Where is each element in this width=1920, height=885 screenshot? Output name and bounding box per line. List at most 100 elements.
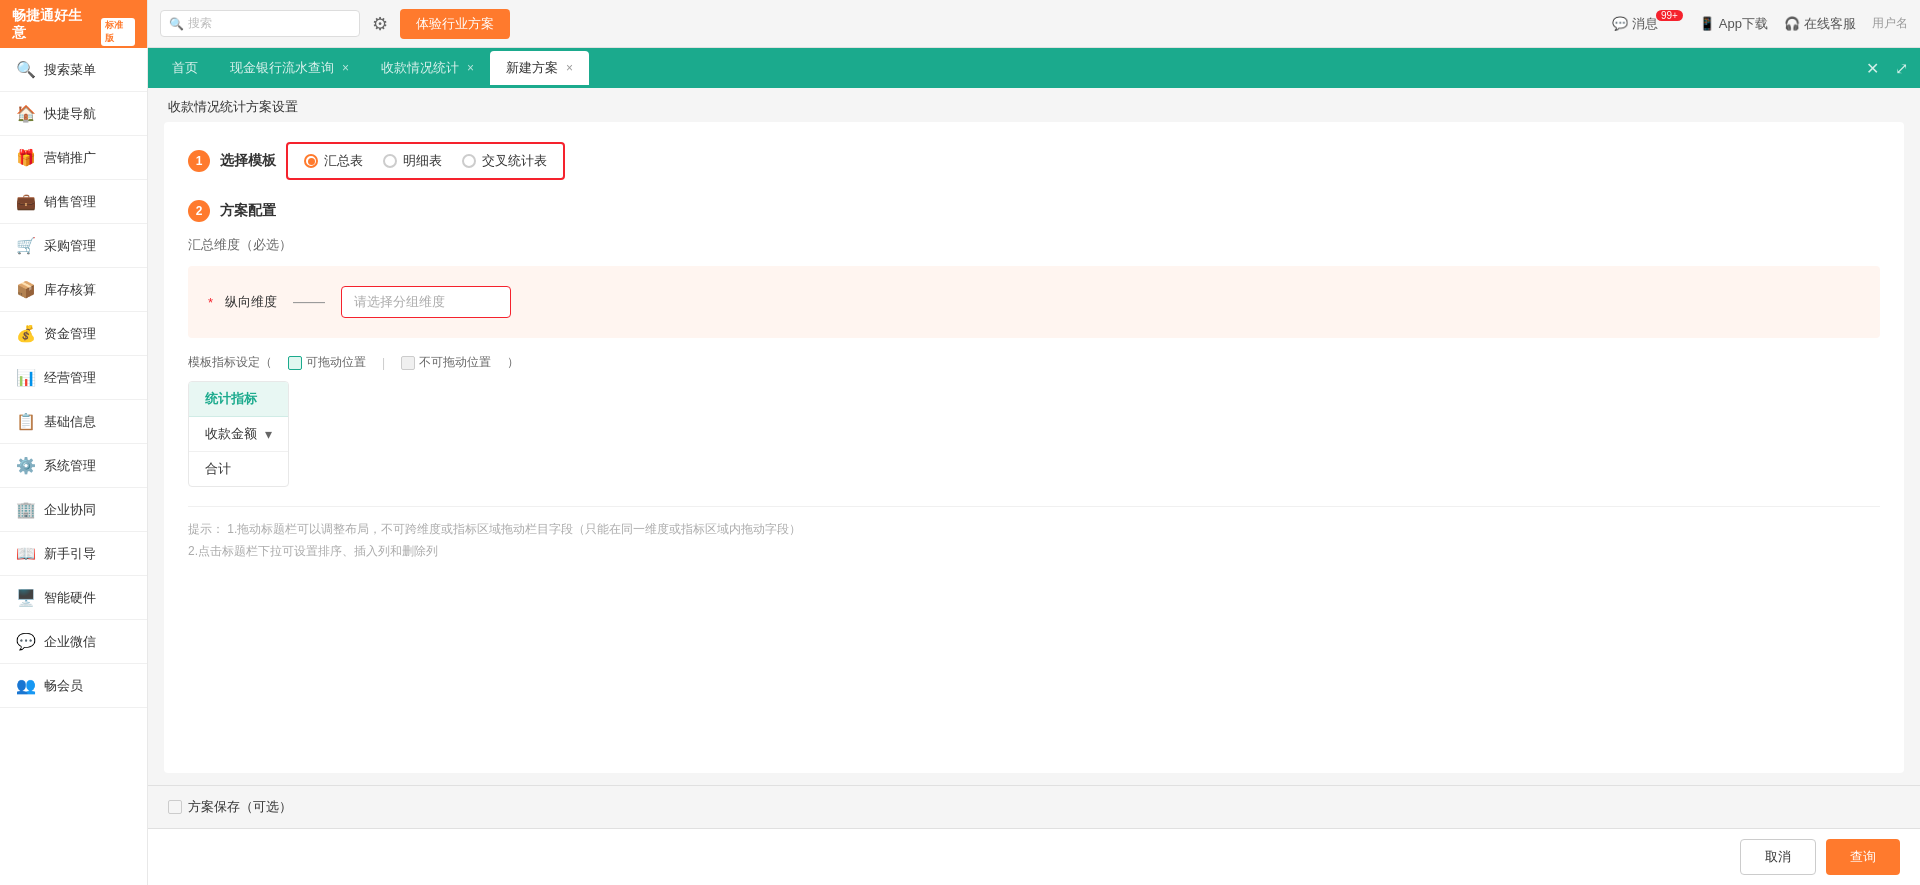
- metrics-legend: 模板指标设定（ 可拖动位置 | 不可拖动位置 ）: [188, 354, 1880, 371]
- sidebar-item-marketing[interactable]: 🎁 营销推广: [0, 136, 147, 180]
- sidebar-item-label: 快捷导航: [44, 105, 96, 123]
- draggable-indicator: [288, 356, 302, 370]
- topbar-right: 💬 消息 99+ 📱 App下载 🎧 在线客服 用户名: [1612, 15, 1908, 33]
- member-icon: 👥: [16, 676, 36, 695]
- download-label: App下载: [1719, 15, 1768, 33]
- main-area: 🔍 搜索 ⚙ 体验行业方案 💬 消息 99+ 📱 App下载 🎧 在线客服 用户…: [148, 0, 1920, 885]
- smart-hw-icon: 🖥️: [16, 588, 36, 607]
- radio-detail-circle: [383, 154, 397, 168]
- step1-badge: 1: [188, 150, 210, 172]
- metrics-row-amount[interactable]: 收款金额 ▾: [189, 417, 288, 451]
- sidebar-item-label: 企业协同: [44, 501, 96, 519]
- messages-btn[interactable]: 💬 消息 99+: [1612, 15, 1683, 33]
- sidebar-item-sales[interactable]: 💼 销售管理: [0, 180, 147, 224]
- sidebar-item-label: 新手引导: [44, 545, 96, 563]
- search-placeholder-text: 搜索: [188, 15, 212, 32]
- tab-collection-stats-close[interactable]: ×: [467, 61, 474, 75]
- operations-icon: 📊: [16, 368, 36, 387]
- support-label: 在线客服: [1804, 15, 1856, 33]
- metric-amount-label: 收款金额: [205, 425, 257, 443]
- tab-home-label: 首页: [172, 59, 198, 77]
- query-button[interactable]: 查询: [1826, 839, 1900, 875]
- dimension-box: * 纵向维度 —— 请选择分组维度: [188, 266, 1880, 338]
- search-menu-icon: 🔍: [16, 60, 36, 79]
- radio-cross[interactable]: 交叉统计表: [462, 152, 547, 170]
- radio-cross-label: 交叉统计表: [482, 152, 547, 170]
- tab-new-plan-label: 新建方案: [506, 59, 558, 77]
- settings-icon[interactable]: ⚙: [372, 13, 388, 35]
- tips-section: 提示： 1.拖动标题栏可以调整布局，不可跨维度或指标区域拖动栏目字段（只能在同一…: [188, 506, 1880, 574]
- sidebar-item-guide[interactable]: 📖 新手引导: [0, 532, 147, 576]
- tab-bank-flow-close[interactable]: ×: [342, 61, 349, 75]
- sidebar-item-member[interactable]: 👥 畅会员: [0, 664, 147, 708]
- dimension-select[interactable]: 请选择分组维度: [341, 286, 511, 318]
- metric-dropdown-icon[interactable]: ▾: [265, 426, 272, 442]
- save-checkbox[interactable]: [168, 800, 182, 814]
- enterprise-icon: 🏢: [16, 500, 36, 519]
- tip-line-2: 2.点击标题栏下拉可设置排序、插入列和删除列: [188, 541, 1880, 563]
- message-icon: 💬: [1612, 16, 1628, 31]
- step2-section: 2 方案配置 汇总维度（必选） * 纵向维度 —— 请选择分组维度: [188, 200, 1880, 574]
- save-label: 方案保存（可选）: [188, 798, 292, 816]
- dimension-placeholder: 请选择分组维度: [354, 294, 445, 309]
- sidebar-item-basic-info[interactable]: 📋 基础信息: [0, 400, 147, 444]
- download-icon: 📱: [1699, 16, 1715, 31]
- required-indicator: *: [208, 295, 213, 310]
- trial-button[interactable]: 体验行业方案: [400, 9, 510, 39]
- radio-detail[interactable]: 明细表: [383, 152, 442, 170]
- support-icon: 🎧: [1784, 16, 1800, 31]
- tab-home[interactable]: 首页: [156, 51, 214, 85]
- topbar-search[interactable]: 🔍 搜索: [160, 10, 360, 37]
- sidebar-item-quick-nav[interactable]: 🏠 快捷导航: [0, 92, 147, 136]
- capital-icon: 💰: [16, 324, 36, 343]
- messages-badge: 99+: [1656, 10, 1683, 21]
- tab-new-plan-close[interactable]: ×: [566, 61, 573, 75]
- step1-section: 1 选择模板 汇总表 明细表 交叉统计表: [188, 142, 1880, 180]
- sidebar-item-enterprise[interactable]: 🏢 企业协同: [0, 488, 147, 532]
- purchase-icon: 🛒: [16, 236, 36, 255]
- radio-detail-label: 明细表: [403, 152, 442, 170]
- sidebar-item-label: 营销推广: [44, 149, 96, 167]
- sidebar-item-inventory[interactable]: 📦 库存核算: [0, 268, 147, 312]
- radio-summary[interactable]: 汇总表: [304, 152, 363, 170]
- quick-nav-icon: 🏠: [16, 104, 36, 123]
- sidebar-item-label: 搜索菜单: [44, 61, 96, 79]
- template-options: 汇总表 明细表 交叉统计表: [286, 142, 565, 180]
- tab-new-plan[interactable]: 新建方案 ×: [490, 51, 589, 85]
- tip-line-1: 提示： 1.拖动标题栏可以调整布局，不可跨维度或指标区域拖动栏目字段（只能在同一…: [188, 519, 1880, 541]
- download-btn[interactable]: 📱 App下载: [1699, 15, 1768, 33]
- sidebar-item-smart-hw[interactable]: 🖥️ 智能硬件: [0, 576, 147, 620]
- legend-divider: |: [382, 356, 385, 370]
- radio-cross-circle: [462, 154, 476, 168]
- sidebar-item-operations[interactable]: 📊 经营管理: [0, 356, 147, 400]
- sidebar-item-capital[interactable]: 💰 资金管理: [0, 312, 147, 356]
- expand-btn[interactable]: ⤢: [1891, 55, 1912, 82]
- footer: 方案保存（可选）: [148, 785, 1920, 828]
- sidebar-item-label: 企业微信: [44, 633, 96, 651]
- vertical-dimension-label: 纵向维度: [225, 293, 277, 311]
- tab-collection-stats[interactable]: 收款情况统计 ×: [365, 51, 490, 85]
- guide-icon: 📖: [16, 544, 36, 563]
- user-name: 用户名: [1872, 15, 1908, 32]
- dimension-label: 汇总维度（必选）: [188, 236, 1880, 254]
- metrics-header-label: 统计指标: [205, 391, 257, 406]
- search-icon: 🔍: [169, 17, 184, 31]
- sidebar-item-system[interactable]: ⚙️ 系统管理: [0, 444, 147, 488]
- basic-info-icon: 📋: [16, 412, 36, 431]
- sidebar-item-label: 系统管理: [44, 457, 96, 475]
- sidebar-item-label: 畅会员: [44, 677, 83, 695]
- metrics-table-header: 统计指标: [189, 382, 288, 417]
- tab-bank-flow[interactable]: 现金银行流水查询 ×: [214, 51, 365, 85]
- support-btn[interactable]: 🎧 在线客服: [1784, 15, 1856, 33]
- wechat-icon: 💬: [16, 632, 36, 651]
- main-card: 1 选择模板 汇总表 明细表 交叉统计表: [164, 122, 1904, 773]
- sidebar-item-purchase[interactable]: 🛒 采购管理: [0, 224, 147, 268]
- sidebar-item-label: 基础信息: [44, 413, 96, 431]
- sidebar-item-search-menu[interactable]: 🔍 搜索菜单: [0, 48, 147, 92]
- sales-icon: 💼: [16, 192, 36, 211]
- sidebar-item-wechat[interactable]: 💬 企业微信: [0, 620, 147, 664]
- close-all-tabs-btn[interactable]: ✕: [1862, 55, 1883, 82]
- metrics-table: 统计指标 收款金额 ▾ 合计: [188, 381, 289, 487]
- tabbar: 首页 现金银行流水查询 × 收款情况统计 × 新建方案 × ✕ ⤢: [148, 48, 1920, 88]
- cancel-button[interactable]: 取消: [1740, 839, 1816, 875]
